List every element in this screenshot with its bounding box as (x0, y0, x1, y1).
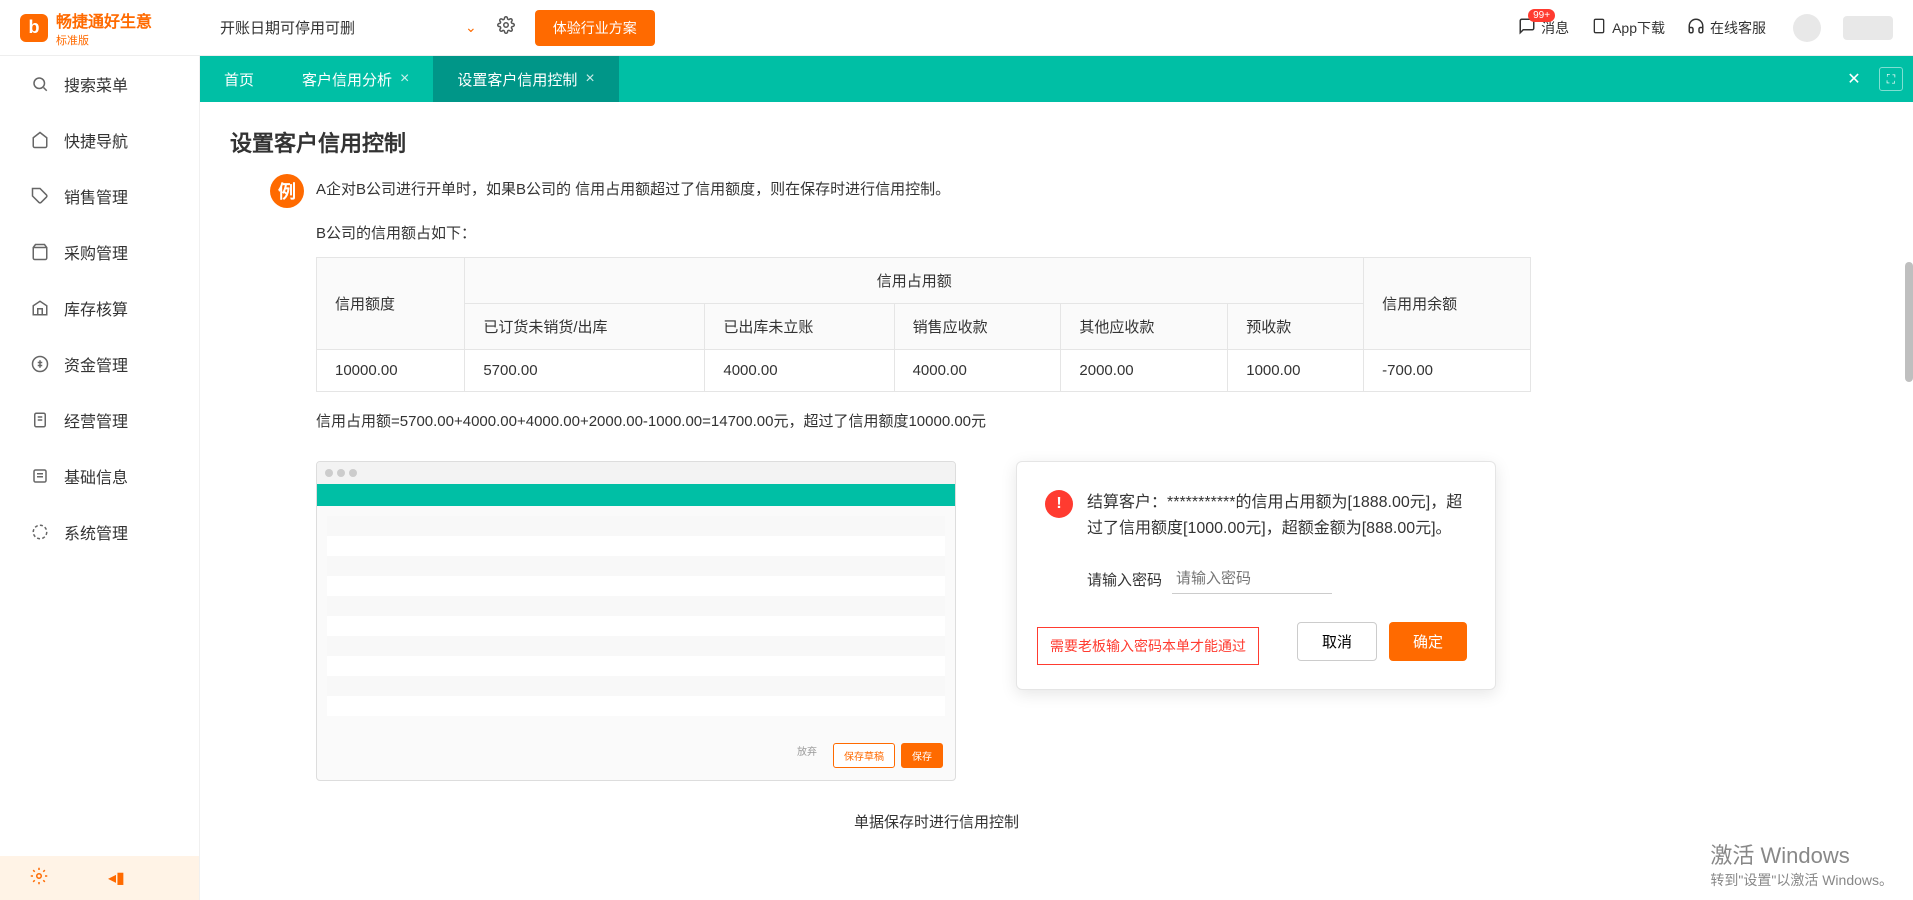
password-label: 请输入密码 (1087, 569, 1162, 590)
example-text: A企对B公司进行开单时，如果B公司的 信用占用额超过了信用额度，则在保存时进行信… (316, 178, 950, 202)
td-limit: 10000.00 (317, 350, 465, 392)
credit-warning-dialog: ! 结算客户：***********的信用占用额为[1888.00元]，超过了信… (1016, 461, 1496, 690)
app-download-link[interactable]: App下载 (1591, 18, 1665, 38)
bag-icon (30, 242, 50, 262)
top-header: b 畅捷通好生意 标准版 开账日期可停用可删 ⌄ 体验行业方案 99+ 消息 A… (0, 0, 1913, 56)
home-icon (30, 130, 50, 150)
password-input[interactable] (1172, 564, 1332, 594)
th-c5: 预收款 (1228, 304, 1364, 350)
td-c3: 4000.00 (894, 350, 1061, 392)
dialog-message: 结算客户：***********的信用占用额为[1888.00元]，超过了信用额… (1087, 490, 1467, 542)
messages-link[interactable]: 99+ 消息 (1518, 17, 1569, 38)
ok-button[interactable]: 确定 (1389, 622, 1467, 661)
credit-table: 信用额度 信用占用额 信用用余额 已订货未销货/出库 已出库未立账 销售应收款 … (316, 257, 1531, 392)
cta-button[interactable]: 体验行业方案 (535, 10, 655, 46)
th-balance: 信用用余额 (1364, 258, 1531, 350)
th-c2: 已出库未立账 (705, 304, 894, 350)
gear-icon[interactable] (497, 16, 515, 39)
alert-icon: ! (1045, 490, 1073, 518)
phone-icon (1591, 18, 1607, 37)
tab-credit-control[interactable]: 设置客户信用控制 × (433, 56, 618, 102)
sidebar: 搜索菜单 快捷导航 销售管理 采购管理 库存核算 资金管理 经营管理 基础信息 (0, 56, 200, 900)
sub-text: B公司的信用额占如下： (316, 222, 1883, 243)
td-balance: -700.00 (1364, 350, 1531, 392)
windows-activation-watermark: 激活 Windows 转到"设置"以激活 Windows。 (1710, 838, 1893, 890)
close-icon[interactable]: × (585, 70, 594, 88)
chevron-down-icon: ⌄ (465, 19, 477, 36)
dialog-callout: 需要老板输入密码本单才能通过 (1037, 627, 1259, 665)
example-screenshot: 放弃 保存草稿 保存 (316, 461, 956, 781)
account-dropdown[interactable]: 开账日期可停用可删 ⌄ (220, 17, 477, 38)
formula-text: 信用占用额=5700.00+4000.00+4000.00+2000.00-10… (316, 410, 1883, 431)
logo-subtitle: 标准版 (56, 32, 152, 48)
td-c2: 4000.00 (705, 350, 894, 392)
tag-icon (30, 186, 50, 206)
headset-icon (1687, 17, 1705, 38)
sidebar-item-basedata[interactable]: 基础信息 (0, 448, 199, 504)
sidebar-item-purchase[interactable]: 采购管理 (0, 224, 199, 280)
th-c3: 销售应收款 (894, 304, 1061, 350)
tab-credit-analysis[interactable]: 客户信用分析 × (278, 56, 433, 102)
collapse-sidebar-icon[interactable]: ◂▮ (108, 868, 125, 888)
sidebar-item-quicknav[interactable]: 快捷导航 (0, 112, 199, 168)
message-badge: 99+ (1528, 9, 1555, 22)
page-title: 设置客户信用控制 (230, 126, 1883, 158)
tabbar: 首页 客户信用分析 × 设置客户信用控制 × ✕ ⛶ (200, 56, 1913, 102)
fig-save-button: 保存 (901, 743, 943, 768)
logo-icon: b (20, 14, 48, 42)
close-icon[interactable]: × (400, 70, 409, 88)
clipboard-icon (30, 410, 50, 430)
th-credit-limit: 信用额度 (317, 258, 465, 350)
close-all-tabs-icon[interactable]: ✕ (1839, 64, 1869, 94)
sidebar-item-funds[interactable]: 资金管理 (0, 336, 199, 392)
td-c1: 5700.00 (465, 350, 705, 392)
scrollbar[interactable] (1905, 262, 1913, 382)
th-credit-used: 信用占用额 (465, 258, 1364, 304)
settings-icon (30, 522, 50, 542)
support-link[interactable]: 在线客服 (1687, 17, 1766, 38)
sidebar-item-system[interactable]: 系统管理 (0, 504, 199, 560)
th-c4: 其他应收款 (1061, 304, 1228, 350)
fig-save-draft-button: 保存草稿 (833, 743, 895, 768)
td-c4: 2000.00 (1061, 350, 1228, 392)
sidebar-item-inventory[interactable]: 库存核算 (0, 280, 199, 336)
warehouse-icon (30, 298, 50, 318)
search-icon (30, 74, 50, 94)
figure-caption: 单据保存时进行信用控制 (854, 814, 1019, 831)
sidebar-item-search[interactable]: 搜索菜单 (0, 56, 199, 112)
footer-gear-icon[interactable] (30, 867, 48, 890)
logo-title: 畅捷通好生意 (56, 8, 152, 32)
avatar[interactable] (1793, 14, 1821, 42)
sidebar-item-sales[interactable]: 销售管理 (0, 168, 199, 224)
dropdown-label: 开账日期可停用可删 (220, 17, 355, 38)
user-name-placeholder[interactable] (1843, 16, 1893, 40)
money-icon (30, 354, 50, 374)
tab-home[interactable]: 首页 (200, 56, 278, 102)
cancel-button[interactable]: 取消 (1297, 622, 1377, 661)
logo[interactable]: b 畅捷通好生意 标准版 (20, 8, 200, 48)
example-badge-icon: 例 (270, 174, 304, 208)
th-c1: 已订货未销货/出库 (465, 304, 705, 350)
list-icon (30, 466, 50, 486)
td-c5: 1000.00 (1228, 350, 1364, 392)
fullscreen-icon[interactable]: ⛶ (1879, 67, 1903, 91)
content-area: 设置客户信用控制 例 A企对B公司进行开单时，如果B公司的 信用占用额超过了信用… (200, 102, 1913, 900)
sidebar-item-operation[interactable]: 经营管理 (0, 392, 199, 448)
sidebar-footer: ◂▮ (0, 856, 199, 900)
